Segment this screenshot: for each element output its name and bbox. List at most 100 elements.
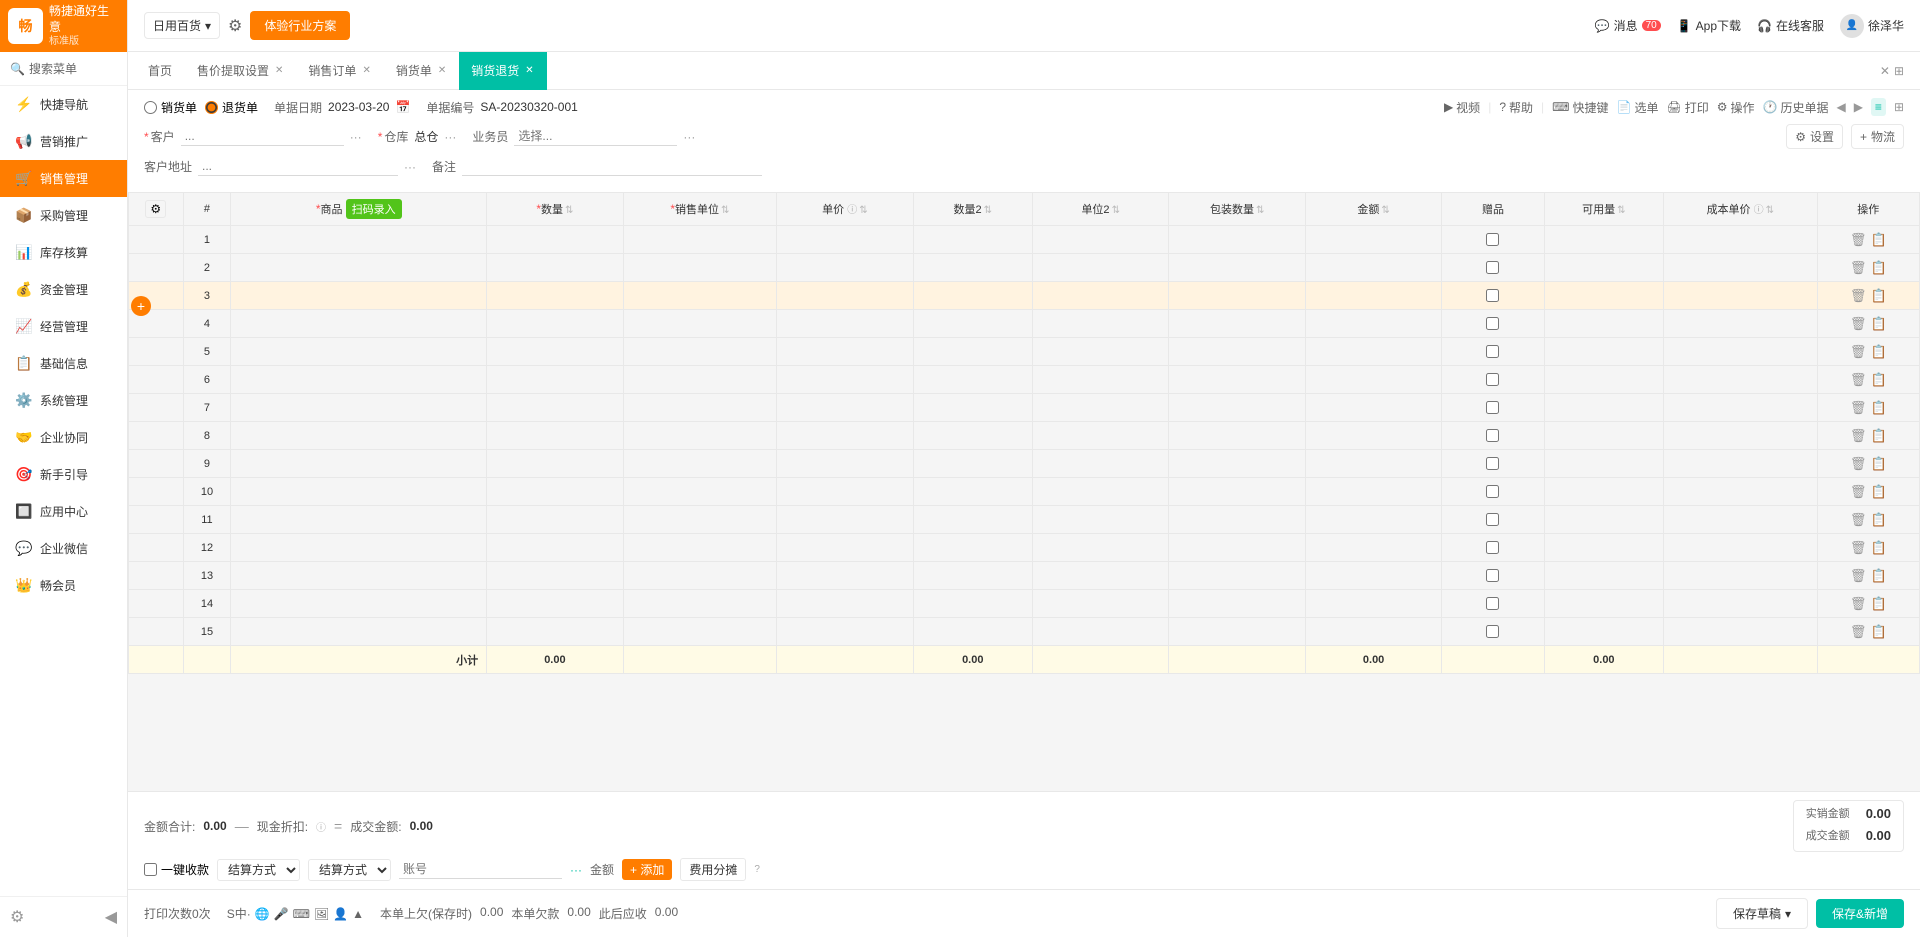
list-view-icon[interactable]: ≡ <box>1871 98 1886 116</box>
row-10-copy-icon[interactable]: 📋 <box>1870 484 1886 500</box>
grid-view-icon[interactable]: ⊞ <box>1894 100 1904 114</box>
industry-dropdown[interactable]: 日用百货 ▾ <box>144 12 220 39</box>
operation-btn[interactable]: ⚙ 操作 <box>1717 99 1755 116</box>
sidebar-item-basic[interactable]: 📋 基础信息 <box>0 345 127 382</box>
scan-input-btn[interactable]: 扫码录入 <box>346 199 402 219</box>
amount-sort-icon[interactable]: ⇅ <box>1381 205 1389 216</box>
history-nav-next[interactable]: ▶ <box>1854 100 1863 114</box>
row-1-qty2[interactable] <box>913 226 1032 254</box>
row-1-price[interactable] <box>777 226 913 254</box>
sidebar-item-apps[interactable]: 🔲 应用中心 <box>0 493 127 530</box>
save-draft-btn[interactable]: 保存草稿 ▾ <box>1716 898 1808 929</box>
row-1-unit2[interactable] <box>1032 226 1168 254</box>
settings-bottom-icon[interactable]: ⚙ <box>10 907 24 927</box>
row-10-delete-icon[interactable]: 🗑 <box>1850 484 1867 500</box>
video-btn[interactable]: ▶ 视频 <box>1444 99 1480 116</box>
fee-split-btn[interactable]: 费用分摊 <box>680 858 746 881</box>
one-key-payment-check[interactable]: 一键收款 <box>144 861 209 878</box>
warehouse-select-icon[interactable]: ··· <box>444 130 456 144</box>
sidebar-search-btn[interactable]: 🔍 搜索菜单 <box>0 52 127 86</box>
sidebar-item-enterprise[interactable]: 🤝 企业协同 <box>0 419 127 456</box>
tab-layout-icon[interactable]: ⊞ <box>1894 64 1904 78</box>
account-select-icon[interactable]: ··· <box>570 863 582 877</box>
sidebar-item-finance[interactable]: 💰 资金管理 <box>0 271 127 308</box>
close-sale-price-icon[interactable]: ✕ <box>275 65 283 76</box>
row-13-copy-icon[interactable]: 📋 <box>1870 568 1886 584</box>
history-nav-prev[interactable]: ◀ <box>1836 100 1845 114</box>
row-7-copy-icon[interactable]: 📋 <box>1870 400 1886 416</box>
close-all-tabs-icon[interactable]: ✕ <box>1880 64 1890 78</box>
row-1-pkg[interactable] <box>1169 226 1305 254</box>
sidebar-item-operation[interactable]: 📈 经营管理 <box>0 308 127 345</box>
shortcut-btn[interactable]: ⌨ 快捷键 <box>1552 99 1608 116</box>
radio-sale-goods[interactable]: 销货单 <box>144 99 197 116</box>
row-3-product-input[interactable] <box>235 289 482 303</box>
qty-sort-icon[interactable]: ⇅ <box>565 205 573 216</box>
select-btn[interactable]: 📄 选单 <box>1616 99 1658 116</box>
unit-sort-icon[interactable]: ⇅ <box>721 205 729 216</box>
row-14-copy-icon[interactable]: 📋 <box>1870 596 1886 612</box>
row-2-copy-icon[interactable]: 📋 <box>1870 260 1886 276</box>
sidebar-item-system[interactable]: ⚙️ 系统管理 <box>0 382 127 419</box>
col-gear-header[interactable]: ⚙ <box>129 193 184 226</box>
sidebar-item-quick[interactable]: ⚡ 快捷导航 <box>0 86 127 123</box>
calendar-icon[interactable]: 📅 <box>395 100 410 114</box>
row-6-copy-icon[interactable]: 📋 <box>1870 372 1886 388</box>
row-8-delete-icon[interactable]: 🗑 <box>1850 428 1867 444</box>
row-5-copy-icon[interactable]: 📋 <box>1870 344 1886 360</box>
customer-select-icon[interactable]: ··· <box>350 130 362 144</box>
experience-btn[interactable]: 体验行业方案 <box>250 11 350 40</box>
tab-sale-order[interactable]: 销售订单 ✕ <box>296 52 383 90</box>
row-9-copy-icon[interactable]: 📋 <box>1870 456 1886 472</box>
price-info-icon[interactable]: ⓘ <box>847 205 857 216</box>
save-new-btn[interactable]: 保存&新增 <box>1816 899 1904 928</box>
row-1-cost[interactable] <box>1664 226 1818 254</box>
topbar-gear-icon[interactable]: ⚙ <box>228 16 242 36</box>
row-8-copy-icon[interactable]: 📋 <box>1870 428 1886 444</box>
close-sale-return-icon[interactable]: ✕ <box>525 65 533 76</box>
row-1-copy-icon[interactable]: 📋 <box>1870 232 1886 248</box>
collapse-icon[interactable]: ◀ <box>105 907 117 927</box>
tab-sale-return[interactable]: 销货退货 ✕ <box>459 52 546 90</box>
online-service-btn[interactable]: 🎧 在线客服 <box>1757 17 1824 34</box>
row-6-delete-icon[interactable]: 🗑 <box>1850 372 1867 388</box>
row-1-delete-icon[interactable]: 🗑 <box>1850 232 1867 248</box>
row-11-copy-icon[interactable]: 📋 <box>1870 512 1886 528</box>
row-12-delete-icon[interactable]: 🗑 <box>1850 540 1867 556</box>
row-11-delete-icon[interactable]: 🗑 <box>1850 512 1867 528</box>
app-download-btn[interactable]: 📱 App下载 <box>1677 17 1741 34</box>
price-sort-icon[interactable]: ⇅ <box>859 205 867 216</box>
row-7-delete-icon[interactable]: 🗑 <box>1850 400 1867 416</box>
history-btn[interactable]: 🕐 历史单据 <box>1762 99 1828 116</box>
row-5-delete-icon[interactable]: 🗑 <box>1850 344 1867 360</box>
tab-home[interactable]: 首页 <box>136 52 185 90</box>
close-sale-order-icon[interactable]: ✕ <box>362 65 370 76</box>
add-row-btn[interactable]: + <box>131 296 151 316</box>
customer-input[interactable] <box>181 127 344 146</box>
print-btn[interactable]: 🖨 打印 <box>1666 99 1708 116</box>
avail-sort-icon[interactable]: ⇅ <box>1617 205 1625 216</box>
row-1-gift-check[interactable] <box>1486 233 1499 246</box>
user-profile-btn[interactable]: 👤 徐泽华 <box>1840 14 1904 38</box>
row-1-avail[interactable] <box>1544 226 1663 254</box>
row-15-copy-icon[interactable]: 📋 <box>1870 624 1886 640</box>
tab-sale-price[interactable]: 售价提取设置 ✕ <box>185 52 296 90</box>
tab-sale-goods[interactable]: 销货单 ✕ <box>384 52 459 90</box>
sidebar-item-marketing[interactable]: 📢 营销推广 <box>0 123 127 160</box>
sidebar-item-purchase[interactable]: 📦 采购管理 <box>0 197 127 234</box>
row-2-delete-icon[interactable]: 🗑 <box>1850 260 1867 276</box>
row-4-delete-icon[interactable]: 🗑 <box>1850 316 1867 332</box>
cash-discount-info-icon[interactable]: ⓘ <box>316 819 326 834</box>
row-4-copy-icon[interactable]: 📋 <box>1870 316 1886 332</box>
row-15-delete-icon[interactable]: 🗑 <box>1850 624 1867 640</box>
cost-info-icon[interactable]: ⓘ <box>1754 205 1764 216</box>
row-1-qty[interactable] <box>487 226 623 254</box>
row-13-delete-icon[interactable]: 🗑 <box>1850 568 1867 584</box>
logistics-btn[interactable]: + 物流 <box>1851 124 1904 149</box>
message-btn[interactable]: 💬 消息 70 <box>1595 17 1661 34</box>
row-1-product[interactable] <box>231 226 487 254</box>
remark-input[interactable] <box>462 157 762 176</box>
row-2-gift-check[interactable] <box>1486 261 1499 274</box>
salesperson-input[interactable] <box>514 127 677 146</box>
account-input[interactable] <box>399 860 562 879</box>
